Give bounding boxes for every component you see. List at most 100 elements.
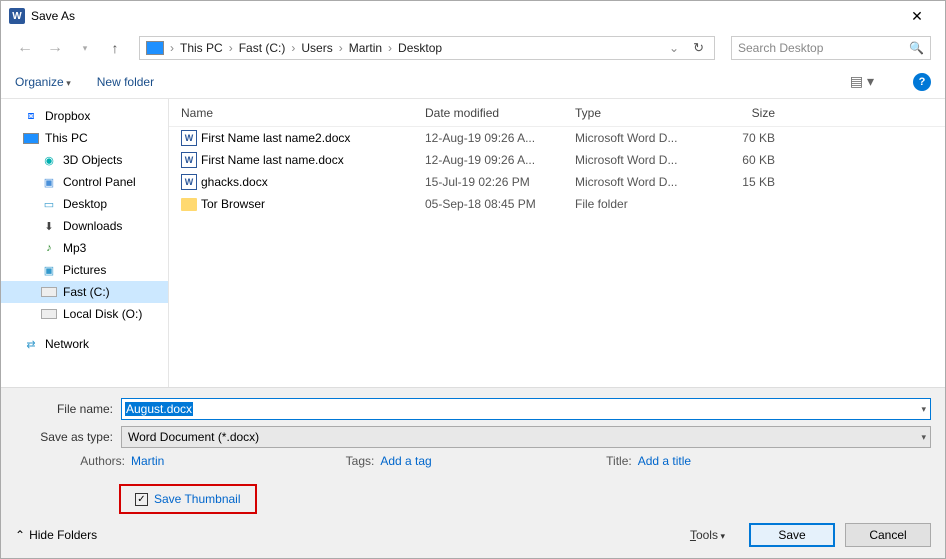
cancel-button[interactable]: Cancel bbox=[845, 523, 931, 547]
save-button[interactable]: Save bbox=[749, 523, 835, 547]
file-list[interactable]: Name Date modified Type Size WFirst Name… bbox=[169, 99, 945, 387]
tree-item-downloads[interactable]: ⬇ Downloads bbox=[1, 215, 168, 237]
file-date: 05-Sep-18 08:45 PM bbox=[425, 197, 575, 211]
address-bar[interactable]: › This PC › Fast (C:) › Users › Martin ›… bbox=[139, 36, 715, 60]
hide-folders-button[interactable]: ⌃ Hide Folders bbox=[15, 528, 97, 542]
file-row[interactable]: Tor Browser 05-Sep-18 08:45 PMFile folder bbox=[169, 193, 945, 215]
metadata-row: Authors: Martin Tags: Add a tag Title: A… bbox=[15, 454, 931, 468]
pc-icon bbox=[146, 41, 164, 55]
file-row[interactable]: Wghacks.docx15-Jul-19 02:26 PMMicrosoft … bbox=[169, 171, 945, 193]
organize-button[interactable]: Organize bbox=[15, 75, 71, 89]
dialog-footer: ⌃ Hide Folders Tools Save Cancel bbox=[1, 518, 945, 558]
save-as-type-select[interactable]: Word Document (*.docx) ▾ bbox=[121, 426, 931, 448]
downloads-icon: ⬇ bbox=[41, 219, 57, 233]
dropdown-icon[interactable]: ▾ bbox=[921, 432, 926, 443]
crumb-desktop[interactable]: Desktop bbox=[394, 41, 446, 55]
file-type: File folder bbox=[575, 197, 705, 211]
tree-label: Pictures bbox=[63, 263, 106, 277]
tree-item-desktop[interactable]: ▭ Desktop bbox=[1, 193, 168, 215]
navigation-bar: ← → ▾ ↑ › This PC › Fast (C:) › Users › … bbox=[1, 31, 945, 65]
file-date: 12-Aug-19 09:26 A... bbox=[425, 153, 575, 167]
file-row[interactable]: WFirst Name last name2.docx12-Aug-19 09:… bbox=[169, 127, 945, 149]
file-type: Microsoft Word D... bbox=[575, 153, 705, 167]
tree-label: Control Panel bbox=[63, 175, 136, 189]
chevron-right-icon: › bbox=[337, 41, 345, 55]
close-button[interactable]: ✕ bbox=[897, 8, 937, 25]
file-size: 70 KB bbox=[705, 131, 795, 145]
chevron-right-icon: › bbox=[386, 41, 394, 55]
title-label: Title: bbox=[580, 454, 632, 468]
authors-value[interactable]: Martin bbox=[131, 454, 164, 468]
tree-item-this-pc[interactable]: This PC bbox=[1, 127, 168, 149]
crumb-fast-c[interactable]: Fast (C:) bbox=[235, 41, 290, 55]
save-thumbnail-label[interactable]: Save Thumbnail bbox=[154, 492, 241, 506]
search-placeholder: Search Desktop bbox=[738, 41, 909, 55]
tree-item-fast-c[interactable]: Fast (C:) bbox=[1, 281, 168, 303]
crumb-users[interactable]: Users bbox=[297, 41, 336, 55]
new-folder-button[interactable]: New folder bbox=[97, 75, 154, 89]
dropdown-icon[interactable]: ▾ bbox=[921, 404, 926, 415]
file-date: 12-Aug-19 09:26 A... bbox=[425, 131, 575, 145]
up-button[interactable]: ↑ bbox=[105, 40, 125, 56]
tags-label: Tags: bbox=[322, 454, 374, 468]
column-date[interactable]: Date modified bbox=[425, 106, 575, 120]
file-name: ghacks.docx bbox=[201, 175, 268, 189]
save-thumbnail-checkbox[interactable]: ✓ bbox=[135, 493, 148, 506]
save-as-type-label: Save as type: bbox=[15, 430, 121, 444]
desktop-icon: ▭ bbox=[41, 197, 57, 211]
history-dropdown[interactable]: ▾ bbox=[75, 43, 95, 54]
crumb-this-pc[interactable]: This PC bbox=[176, 41, 227, 55]
title-input[interactable]: Add a title bbox=[638, 454, 691, 468]
address-dropdown-icon[interactable]: ⌄ bbox=[663, 41, 685, 55]
music-icon: ♪ bbox=[41, 241, 57, 255]
save-thumbnail-highlight: ✓ Save Thumbnail bbox=[119, 484, 257, 514]
tree-label: Downloads bbox=[63, 219, 122, 233]
tags-input[interactable]: Add a tag bbox=[380, 454, 431, 468]
refresh-button[interactable]: ↻ bbox=[685, 40, 712, 56]
tree-item-3d-objects[interactable]: ◉ 3D Objects bbox=[1, 149, 168, 171]
chevron-up-icon: ⌃ bbox=[15, 528, 25, 542]
tree-item-dropbox[interactable]: ⧈ Dropbox bbox=[1, 105, 168, 127]
drive-icon bbox=[41, 285, 57, 299]
search-input[interactable]: Search Desktop 🔍 bbox=[731, 36, 931, 60]
word-doc-icon: W bbox=[181, 174, 197, 190]
help-button[interactable]: ? bbox=[913, 73, 931, 91]
hide-folders-label: Hide Folders bbox=[29, 528, 97, 542]
filename-input[interactable]: August.docx ▾ bbox=[121, 398, 931, 420]
tree-label: 3D Objects bbox=[63, 153, 122, 167]
file-row[interactable]: W First Name last name.docx 12-Aug-19 09:2… bbox=[169, 149, 945, 171]
column-size[interactable]: Size bbox=[705, 106, 795, 120]
network-icon: ⇄ bbox=[23, 337, 39, 351]
tree-label: Dropbox bbox=[45, 109, 90, 123]
file-name: First Name last name.docx bbox=[201, 153, 344, 167]
view-options-button[interactable]: ▤ ▾ bbox=[847, 72, 877, 92]
tree-item-mp3[interactable]: ♪ Mp3 bbox=[1, 237, 168, 259]
back-button[interactable]: ← bbox=[15, 39, 35, 57]
crumb-martin[interactable]: Martin bbox=[345, 41, 386, 55]
filename-value: August.docx bbox=[125, 402, 193, 416]
tools-menu[interactable]: Tools bbox=[690, 528, 725, 542]
column-headers: Name Date modified Type Size bbox=[169, 99, 945, 127]
tree-label: Desktop bbox=[63, 197, 107, 211]
tree-item-network[interactable]: ⇄ Network bbox=[1, 333, 168, 355]
chevron-right-icon: › bbox=[168, 41, 176, 55]
column-type[interactable]: Type bbox=[575, 106, 705, 120]
tree-item-local-disk[interactable]: Local Disk (O:) bbox=[1, 303, 168, 325]
chevron-right-icon: › bbox=[289, 41, 297, 55]
tree-label: Mp3 bbox=[63, 241, 86, 255]
file-size: 60 KB bbox=[705, 153, 795, 167]
tree-item-pictures[interactable]: ▣ Pictures bbox=[1, 259, 168, 281]
file-name: Tor Browser bbox=[201, 197, 265, 211]
authors-label: Authors: bbox=[73, 454, 125, 468]
main-area: ⧈ Dropbox This PC ◉ 3D Objects ▣ Control… bbox=[1, 99, 945, 387]
toolbar: Organize New folder ▤ ▾ ? bbox=[1, 65, 945, 99]
word-doc-icon: W bbox=[181, 152, 197, 168]
column-name[interactable]: Name bbox=[169, 106, 425, 120]
drive-icon bbox=[41, 307, 57, 321]
title-bar: W Save As ✕ bbox=[1, 1, 945, 31]
forward-button[interactable]: → bbox=[45, 39, 65, 57]
tree-label: Fast (C:) bbox=[63, 285, 110, 299]
type-value: Word Document (*.docx) bbox=[128, 430, 259, 444]
navigation-tree[interactable]: ⧈ Dropbox This PC ◉ 3D Objects ▣ Control… bbox=[1, 99, 169, 387]
tree-item-control-panel[interactable]: ▣ Control Panel bbox=[1, 171, 168, 193]
